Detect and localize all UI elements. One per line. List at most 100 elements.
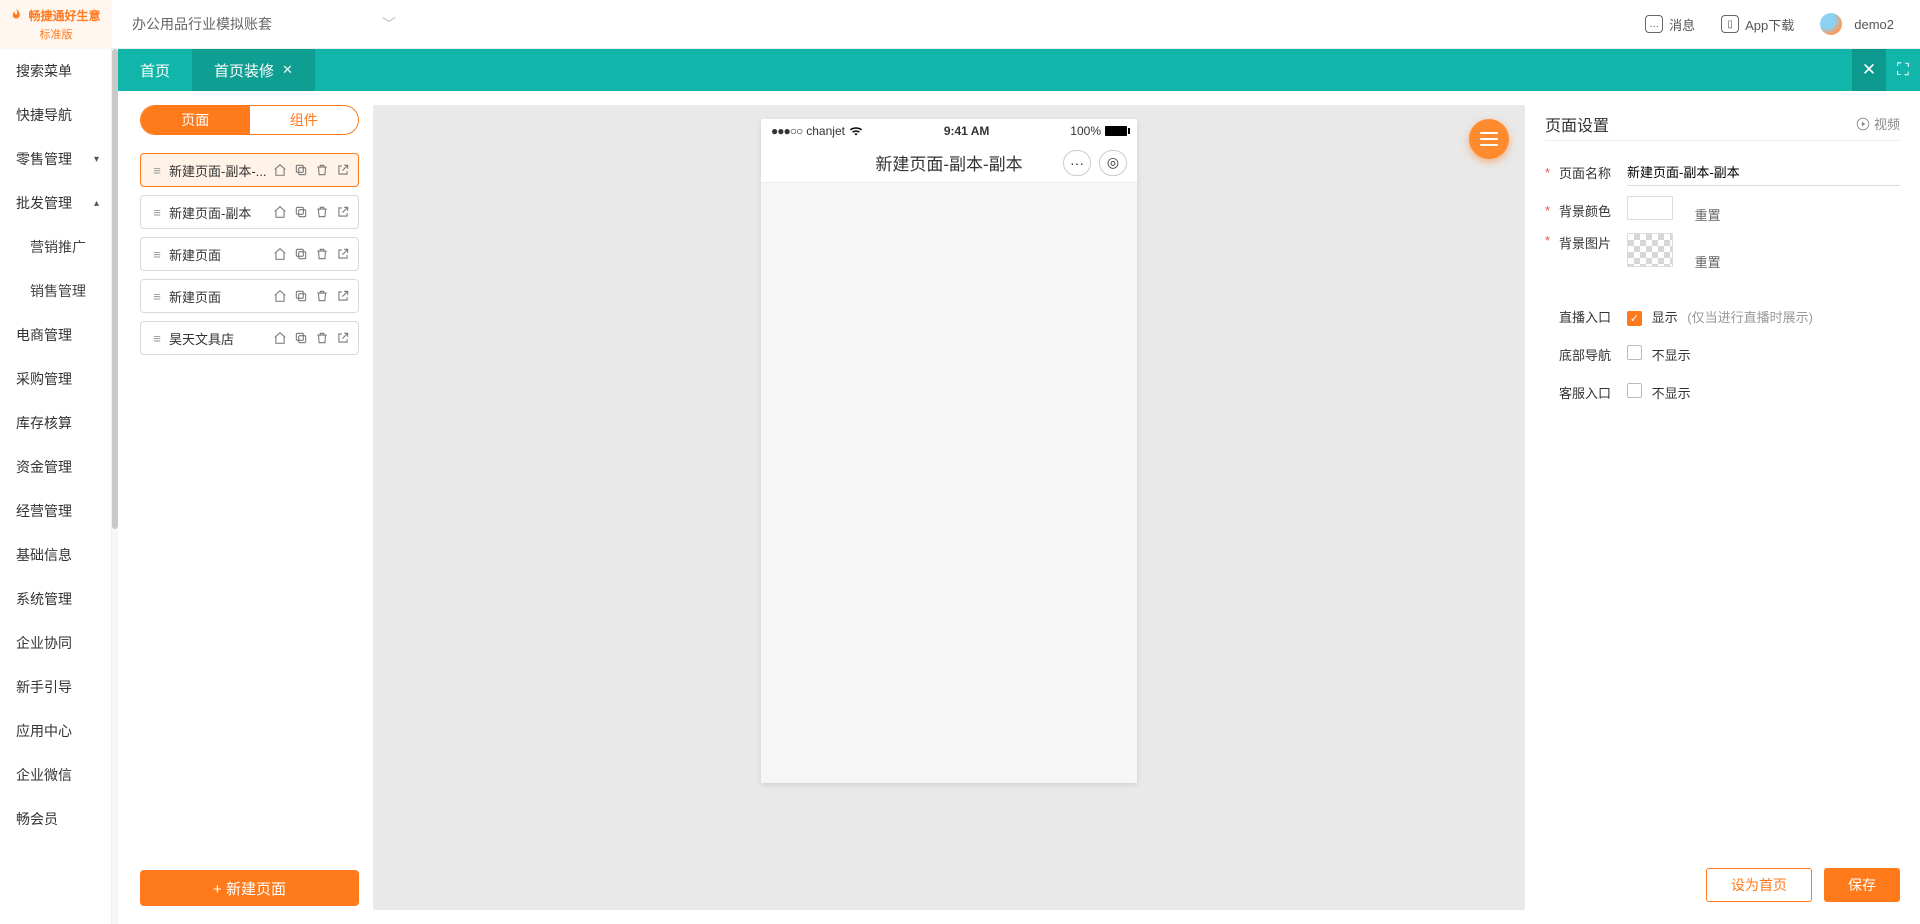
nav-item[interactable]: 营销推广 — [0, 225, 111, 269]
tab-decorate[interactable]: 首页装修✕ — [192, 49, 315, 91]
trash-icon[interactable] — [314, 163, 329, 178]
trash-icon[interactable] — [314, 289, 329, 304]
external-link-icon[interactable] — [335, 289, 350, 304]
tabstrip-close-button[interactable]: ✕ — [1852, 49, 1886, 91]
set-home-button[interactable]: 设为首页 — [1706, 868, 1812, 902]
tab-home[interactable]: 首页 — [118, 49, 192, 91]
page-name-input[interactable] — [1627, 158, 1900, 186]
segment-page[interactable]: 页面 — [141, 106, 250, 134]
bg-image-reset[interactable]: 重置 — [1695, 255, 1721, 270]
bg-color-reset[interactable]: 重置 — [1695, 208, 1721, 223]
nav-item[interactable]: 零售管理▾ — [0, 137, 111, 181]
user-menu[interactable]: demo2 — [1820, 13, 1894, 35]
left-nav: 搜索菜单快捷导航零售管理▾批发管理▴营销推广销售管理电商管理采购管理库存核算资金… — [0, 49, 112, 924]
copy-icon[interactable] — [293, 331, 308, 346]
external-link-icon[interactable] — [335, 205, 350, 220]
nav-item[interactable]: 基础信息 — [0, 533, 111, 577]
phone-status-bar: ●●●○○ chanjet 9:41 AM 100% — [761, 119, 1137, 143]
miniapp-close-icon[interactable]: ◎ — [1099, 150, 1127, 176]
message-icon: … — [1645, 15, 1663, 33]
trash-icon[interactable] — [314, 205, 329, 220]
live-checkbox[interactable]: ✓ — [1627, 311, 1642, 326]
page-row[interactable]: ≡新建页面 — [140, 237, 359, 271]
nav-item[interactable]: 企业微信 — [0, 753, 111, 797]
bottomnav-checkbox[interactable] — [1627, 345, 1642, 360]
drag-handle-icon[interactable]: ≡ — [149, 163, 165, 178]
app-download-button[interactable]: ▯ App下载 — [1721, 15, 1794, 34]
drag-handle-icon[interactable]: ≡ — [149, 331, 165, 346]
tabstrip-fullscreen-button[interactable]: ⛶ — [1886, 49, 1920, 91]
video-link[interactable]: 视频 — [1856, 114, 1900, 133]
trash-icon[interactable] — [314, 247, 329, 262]
miniapp-menu-icon[interactable]: ··· — [1063, 150, 1091, 176]
settings-title-row: 页面设置 视频 — [1545, 107, 1900, 141]
caret-up-icon: ▴ — [94, 198, 99, 209]
chevron-down-icon: ﹀ — [382, 14, 396, 34]
nav-item[interactable]: 库存核算 — [0, 401, 111, 445]
battery-icon — [1105, 126, 1127, 136]
save-button[interactable]: 保存 — [1824, 868, 1900, 902]
account-select[interactable]: 办公用品行业模拟账套 ﹀ — [132, 14, 396, 34]
segment-component[interactable]: 组件 — [250, 106, 359, 134]
logo[interactable]: 畅捷通好生意 标准版 — [0, 0, 112, 49]
nav-item[interactable]: 批发管理▴ — [0, 181, 111, 225]
row-bg-color: *背景颜色 重置 — [1545, 191, 1900, 229]
nav-item[interactable]: 电商管理 — [0, 313, 111, 357]
phone-preview: ●●●○○ chanjet 9:41 AM 100% 新建页面-副本-副本 ··… — [761, 119, 1137, 783]
drag-handle-icon[interactable]: ≡ — [149, 247, 165, 262]
messages-button[interactable]: … 消息 — [1645, 15, 1695, 34]
external-link-icon[interactable] — [335, 247, 350, 262]
page-list: ≡ 新建页面-副本-... ≡新建页面-副本 ≡新建页面 ≡新建页面 ≡昊天文具店 — [140, 153, 359, 858]
nav-item[interactable]: 快捷导航 — [0, 93, 111, 137]
page-row[interactable]: ≡新建页面-副本 — [140, 195, 359, 229]
wifi-icon — [849, 126, 863, 136]
nav-item[interactable]: 销售管理 — [0, 269, 111, 313]
bg-color-swatch[interactable] — [1627, 196, 1673, 220]
external-link-icon[interactable] — [335, 163, 350, 178]
nav-item[interactable]: 企业协同 — [0, 621, 111, 665]
nav-item[interactable]: 搜索菜单 — [0, 49, 111, 93]
home-icon[interactable] — [272, 205, 287, 220]
home-icon[interactable] — [272, 247, 287, 262]
logo-text: 畅捷通好生意 — [11, 7, 100, 24]
row-service-entry: 客服入口 不显示 — [1545, 373, 1900, 411]
components-fab[interactable] — [1469, 119, 1509, 159]
caret-down-icon: ▾ — [94, 154, 99, 165]
bg-image-swatch[interactable] — [1627, 233, 1673, 267]
nav-item[interactable]: 新手引导 — [0, 665, 111, 709]
page-row-name: 新建页面-副本-... — [169, 161, 272, 180]
home-icon[interactable] — [272, 163, 287, 178]
row-live-entry: 直播入口 ✓ 显示 (仅当进行直播时展示) — [1545, 297, 1900, 335]
nav-item[interactable]: 应用中心 — [0, 709, 111, 753]
copy-icon[interactable] — [293, 289, 308, 304]
page-row[interactable]: ≡ 新建页面-副本-... — [140, 153, 359, 187]
home-icon[interactable] — [272, 331, 287, 346]
trash-icon[interactable] — [314, 331, 329, 346]
service-checkbox[interactable] — [1627, 383, 1642, 398]
drag-handle-icon[interactable]: ≡ — [149, 205, 165, 220]
nav-item[interactable]: 采购管理 — [0, 357, 111, 401]
nav-item[interactable]: 畅会员 — [0, 797, 111, 841]
external-link-icon[interactable] — [335, 331, 350, 346]
segment-control: 页面 组件 — [140, 105, 359, 135]
page-row[interactable]: ≡昊天文具店 — [140, 321, 359, 355]
nav-item[interactable]: 资金管理 — [0, 445, 111, 489]
avatar — [1820, 13, 1842, 35]
play-icon — [1856, 117, 1870, 131]
close-icon[interactable]: ✕ — [282, 62, 293, 78]
nav-item[interactable]: 经营管理 — [0, 489, 111, 533]
account-name: 办公用品行业模拟账套 — [132, 14, 272, 34]
home-icon[interactable] — [272, 289, 287, 304]
new-page-button[interactable]: + 新建页面 — [140, 870, 359, 906]
logo-icon — [11, 8, 25, 22]
page-row[interactable]: ≡新建页面 — [140, 279, 359, 313]
copy-icon[interactable] — [293, 205, 308, 220]
copy-icon[interactable] — [293, 247, 308, 262]
drag-handle-icon[interactable]: ≡ — [149, 289, 165, 304]
signal-icon: ●●●○○ — [771, 124, 802, 138]
canvas-area: ●●●○○ chanjet 9:41 AM 100% 新建页面-副本-副本 ··… — [373, 105, 1525, 910]
phone-body[interactable] — [761, 183, 1137, 783]
settings-footer: 设为首页 保存 — [1545, 852, 1900, 924]
nav-item[interactable]: 系统管理 — [0, 577, 111, 621]
copy-icon[interactable] — [293, 163, 308, 178]
